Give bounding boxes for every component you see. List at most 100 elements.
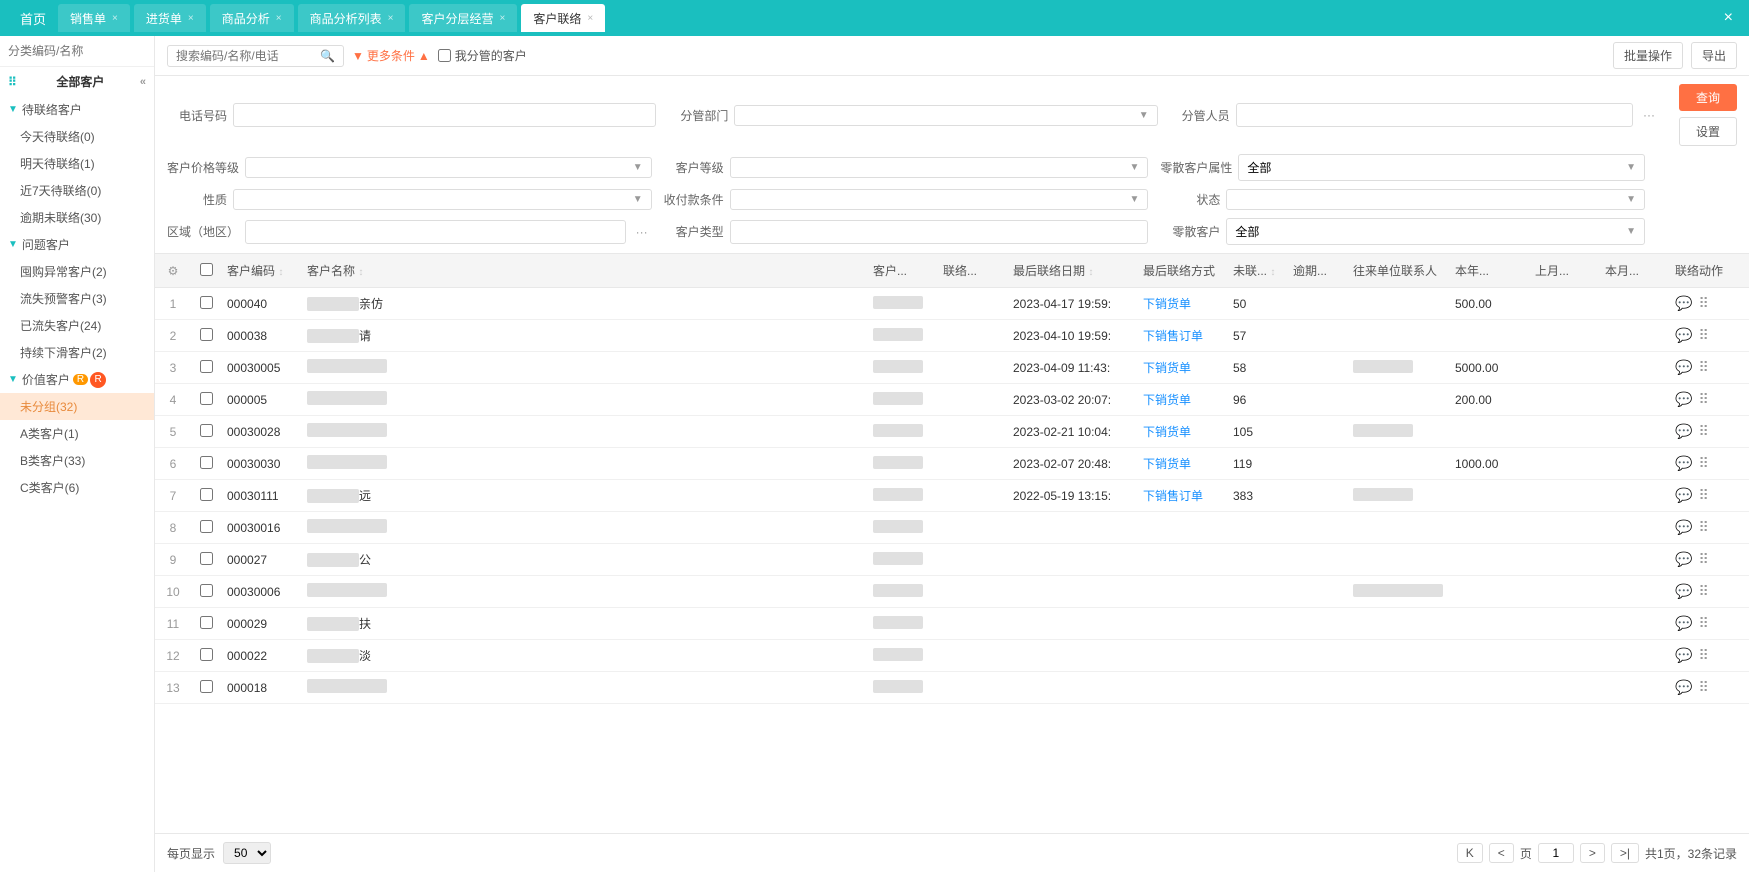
row-checkbox[interactable] [200, 296, 213, 309]
sidebar-search-input[interactable] [8, 44, 155, 58]
row-checkbox[interactable] [200, 488, 213, 501]
sidebar-item-ungroup[interactable]: 未分组(32) [0, 393, 154, 420]
settings-icon[interactable]: ⚙ [168, 264, 179, 278]
th-settings[interactable]: ⚙ [155, 254, 191, 288]
row-checkbox[interactable] [200, 360, 213, 373]
tab-customer-stratify-close[interactable]: × [499, 13, 505, 24]
cell-check[interactable] [191, 448, 221, 480]
next-page-button[interactable]: > [1580, 843, 1605, 863]
sidebar-item-hoarding[interactable]: 囤购异常客户(2) [0, 258, 154, 285]
last-method-link[interactable]: 下销货单 [1143, 361, 1191, 375]
sidebar-item-today[interactable]: 今天待联络(0) [0, 123, 154, 150]
cell-check[interactable] [191, 416, 221, 448]
th-code[interactable]: 客户编码 [221, 254, 301, 288]
dept-select[interactable]: ▼ [734, 105, 1157, 126]
last-method-link[interactable]: 下销货单 [1143, 425, 1191, 439]
export-button[interactable]: 导出 [1691, 42, 1737, 69]
payment-select[interactable]: ▼ [730, 189, 1149, 210]
row-checkbox[interactable] [200, 424, 213, 437]
cell-check[interactable] [191, 480, 221, 512]
batch-ops-button[interactable]: 批量操作 [1613, 42, 1683, 69]
cell-check[interactable] [191, 512, 221, 544]
more-action-icon[interactable]: ⠿ [1698, 295, 1708, 312]
page-number-input[interactable] [1538, 843, 1574, 863]
tab-goods-analysis[interactable]: 商品分析 × [210, 4, 294, 32]
th-last-date[interactable]: 最后联络日期 [1007, 254, 1137, 288]
more-action-icon[interactable]: ⠿ [1698, 423, 1708, 440]
contact-icon[interactable]: 💬 [1675, 423, 1692, 440]
per-page-select[interactable]: 50 [223, 842, 271, 864]
last-method-link[interactable]: 下销货单 [1143, 297, 1191, 311]
filter-my-customers-wrap[interactable]: 我分管的客户 [438, 47, 527, 64]
price-level-select[interactable]: ▼ [245, 157, 652, 178]
more-action-icon[interactable]: ⠿ [1698, 519, 1708, 536]
retail-customer-select[interactable]: 全部 ▼ [1226, 218, 1645, 245]
contact-icon[interactable]: 💬 [1675, 455, 1692, 472]
sidebar-collapse-icon[interactable]: « [140, 76, 146, 88]
tab-goods-analysis-close[interactable]: × [276, 13, 282, 24]
contact-icon[interactable]: 💬 [1675, 647, 1692, 664]
retail-attr-select[interactable]: 全部 ▼ [1238, 154, 1645, 181]
sidebar-item-churn-warning[interactable]: 流失预警客户(3) [0, 285, 154, 312]
query-button[interactable]: 查询 [1679, 84, 1737, 111]
more-action-icon[interactable]: ⠿ [1698, 615, 1708, 632]
more-action-icon[interactable]: ⠿ [1698, 551, 1708, 568]
cell-check[interactable] [191, 320, 221, 352]
prev-page-button[interactable]: < [1489, 843, 1514, 863]
th-uncontact[interactable]: 未联... [1227, 254, 1287, 288]
customer-level-select[interactable]: ▼ [730, 157, 1149, 178]
customer-type-input[interactable] [730, 220, 1149, 244]
first-page-button[interactable]: K [1457, 843, 1483, 863]
more-action-icon[interactable]: ⠿ [1698, 327, 1708, 344]
row-checkbox[interactable] [200, 648, 213, 661]
row-checkbox[interactable] [200, 392, 213, 405]
cell-check[interactable] [191, 576, 221, 608]
filter-search-icon[interactable]: 🔍 [320, 49, 335, 63]
region-dotdot-icon[interactable]: ··· [632, 225, 652, 239]
contact-icon[interactable]: 💬 [1675, 615, 1692, 632]
row-checkbox[interactable] [200, 456, 213, 469]
manager-input[interactable] [1236, 103, 1633, 127]
filter-my-customers-checkbox[interactable] [438, 49, 451, 62]
sidebar-group-value-label[interactable]: ▼ 价值客户 R R [0, 366, 154, 393]
cell-check[interactable] [191, 640, 221, 672]
contact-icon[interactable]: 💬 [1675, 679, 1692, 696]
more-action-icon[interactable]: ⠿ [1698, 487, 1708, 504]
sidebar-group-problem-label[interactable]: ▼ 问题客户 [0, 231, 154, 258]
reset-button[interactable]: 设置 [1679, 117, 1737, 146]
sidebar-item-b-class[interactable]: B类客户(33) [0, 447, 154, 474]
row-checkbox[interactable] [200, 680, 213, 693]
manager-dotdot-icon[interactable]: ··· [1639, 108, 1659, 122]
contact-icon[interactable]: 💬 [1675, 327, 1692, 344]
cell-check[interactable] [191, 672, 221, 704]
last-method-link[interactable]: 下销货单 [1143, 457, 1191, 471]
tab-customer-stratify[interactable]: 客户分层经营 × [409, 4, 517, 32]
more-action-icon[interactable]: ⠿ [1698, 679, 1708, 696]
tab-sales[interactable]: 销售单 × [58, 4, 130, 32]
contact-icon[interactable]: 💬 [1675, 551, 1692, 568]
sidebar-item-a-class[interactable]: A类客户(1) [0, 420, 154, 447]
th-name[interactable]: 客户名称 [301, 254, 867, 288]
tab-customer-contact[interactable]: 客户联络 × [521, 4, 605, 32]
window-close-button[interactable]: × [1716, 9, 1741, 27]
phone-input[interactable] [233, 103, 656, 127]
tab-home[interactable]: 首页 [8, 9, 58, 28]
tab-sales-close[interactable]: × [112, 13, 118, 24]
filter-search-input[interactable] [176, 49, 316, 63]
last-method-link[interactable]: 下销货单 [1143, 393, 1191, 407]
contact-icon[interactable]: 💬 [1675, 359, 1692, 376]
contact-icon[interactable]: 💬 [1675, 487, 1692, 504]
status-select[interactable]: ▼ [1226, 189, 1645, 210]
more-action-icon[interactable]: ⠿ [1698, 583, 1708, 600]
sidebar-item-c-class[interactable]: C类客户(6) [0, 474, 154, 501]
row-checkbox[interactable] [200, 552, 213, 565]
nature-select[interactable]: ▼ [233, 189, 652, 210]
last-method-link[interactable]: 下销售订单 [1143, 489, 1203, 503]
cell-check[interactable] [191, 384, 221, 416]
cell-check[interactable] [191, 288, 221, 320]
row-checkbox[interactable] [200, 584, 213, 597]
tab-purchase-close[interactable]: × [188, 13, 194, 24]
more-action-icon[interactable]: ⠿ [1698, 647, 1708, 664]
sidebar-all-customers[interactable]: ⠿ 全部客户 « [0, 67, 154, 96]
sidebar-item-declining[interactable]: 持续下滑客户(2) [0, 339, 154, 366]
